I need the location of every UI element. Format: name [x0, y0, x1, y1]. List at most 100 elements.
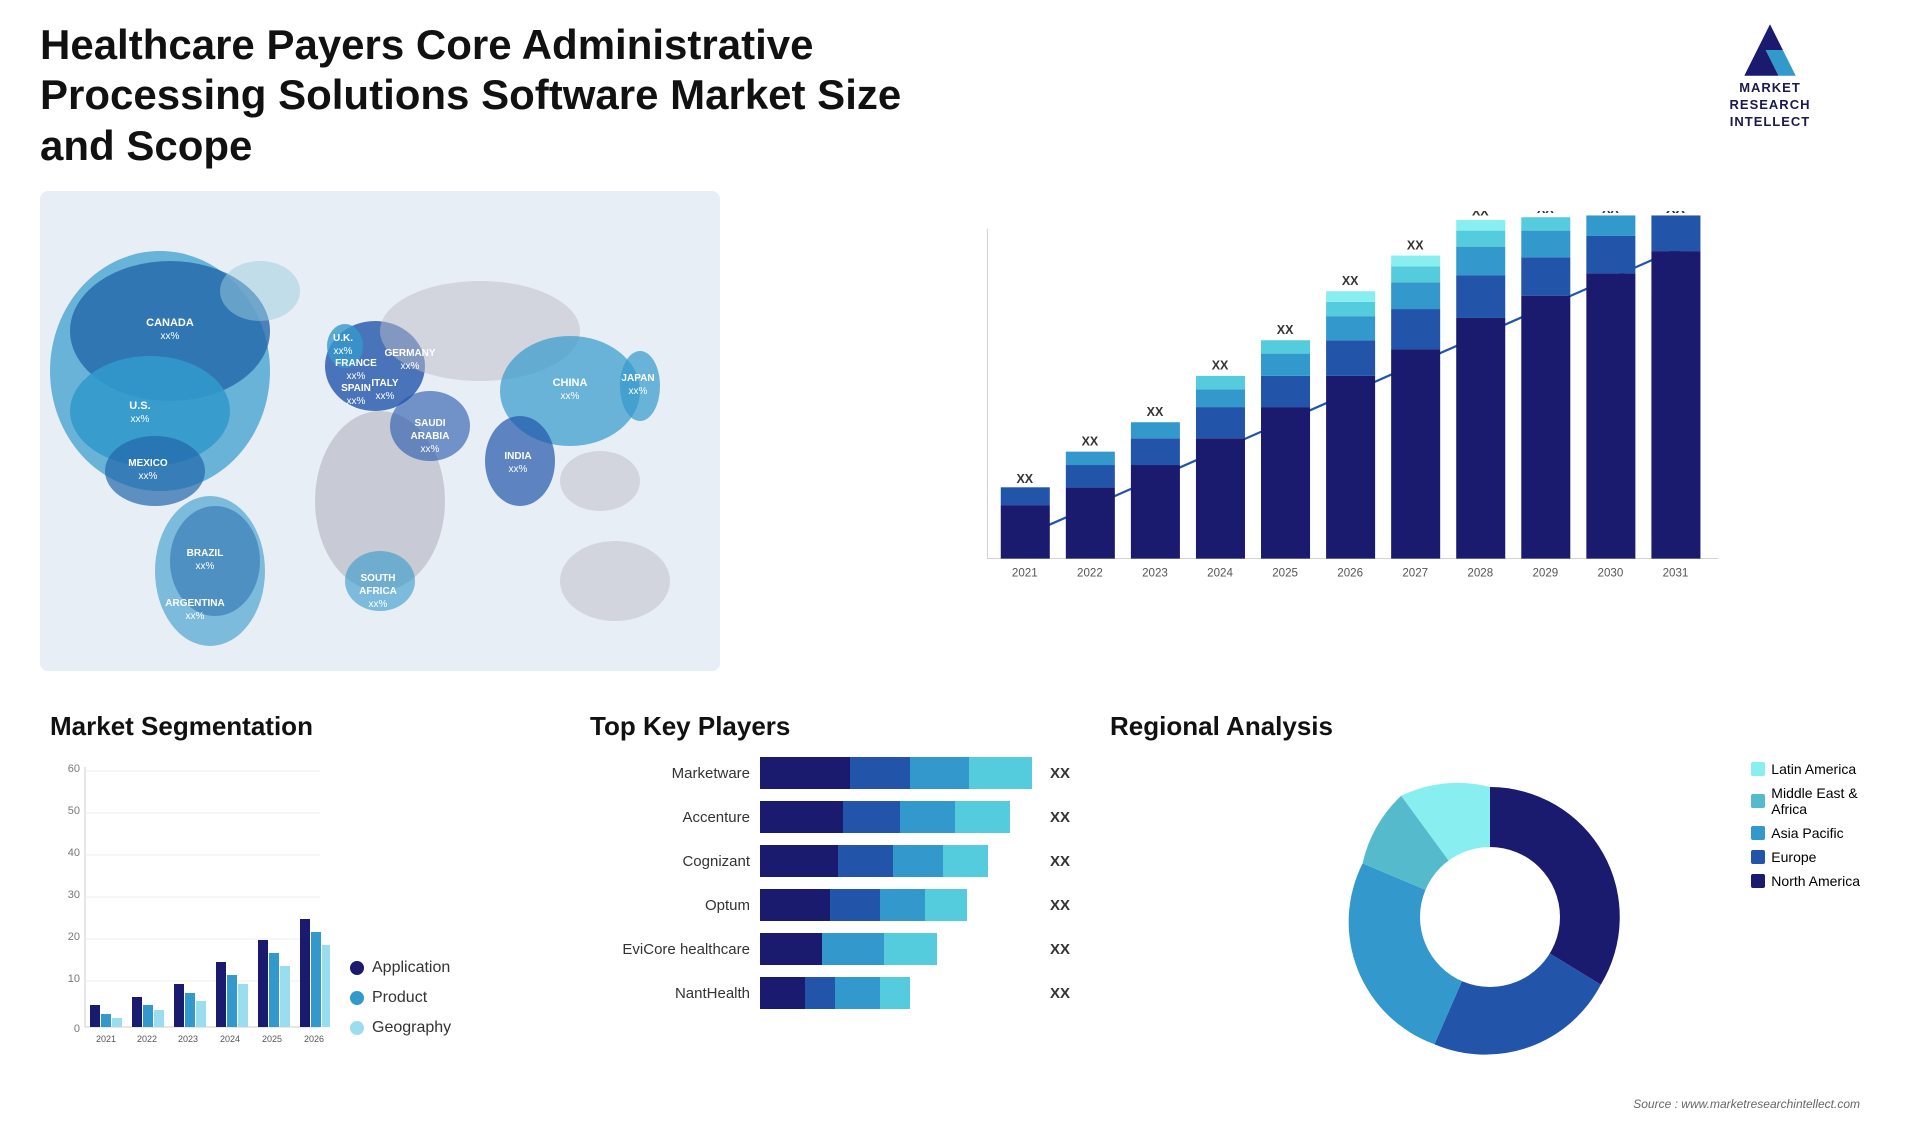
svg-text:2023: 2023	[1142, 568, 1168, 580]
svg-text:2022: 2022	[1077, 568, 1103, 580]
svg-text:2025: 2025	[1272, 568, 1298, 580]
player-bar-evicore	[760, 933, 1032, 965]
legend-middle-east-label: Middle East &Africa	[1771, 785, 1857, 817]
legend-label-geography: Geography	[372, 1019, 451, 1037]
svg-text:xx%: xx%	[334, 346, 353, 357]
svg-text:GERMANY: GERMANY	[384, 348, 435, 359]
svg-text:INDIA: INDIA	[504, 451, 531, 462]
svg-text:XX: XX	[1602, 211, 1619, 216]
legend-north-america-label: North America	[1771, 873, 1860, 889]
player-row-marketware: Marketware XX	[590, 757, 1070, 789]
svg-text:XX: XX	[1342, 274, 1359, 288]
svg-text:2024: 2024	[220, 1034, 240, 1044]
player-value-cognizant: XX	[1050, 853, 1070, 870]
bar-2021	[1001, 505, 1050, 558]
svg-text:2031: 2031	[1663, 568, 1689, 580]
svg-text:2028: 2028	[1467, 568, 1493, 580]
legend-dot-geography	[350, 1021, 364, 1035]
svg-text:xx%: xx%	[161, 331, 180, 342]
svg-text:40: 40	[68, 847, 80, 859]
svg-text:50: 50	[68, 805, 80, 817]
player-value-nanthealth: XX	[1050, 985, 1070, 1002]
svg-text:ARABIA: ARABIA	[411, 431, 450, 442]
svg-text:2022: 2022	[137, 1034, 157, 1044]
svg-text:SOUTH: SOUTH	[361, 573, 396, 584]
player-name-optum: Optum	[590, 897, 750, 914]
seg-chart-container: 60 50 40 30 20 10 0	[50, 757, 550, 1057]
svg-text:xx%: xx%	[509, 464, 528, 475]
svg-text:CANADA: CANADA	[146, 317, 194, 329]
header: Healthcare Payers Core Administrative Pr…	[40, 20, 1880, 171]
seg-chart-svg: 60 50 40 30 20 10 0	[50, 757, 330, 1067]
svg-text:20: 20	[68, 931, 80, 943]
segmentation-section: Market Segmentation 60 50 40 30 20 10	[40, 701, 560, 1121]
page-title: Healthcare Payers Core Administrative Pr…	[40, 20, 940, 171]
svg-text:ITALY: ITALY	[371, 378, 399, 389]
player-row-evicore: EviCore healthcare XX	[590, 933, 1070, 965]
player-bar-accenture	[760, 801, 1032, 833]
svg-text:xx%: xx%	[421, 444, 440, 455]
player-name-marketware: Marketware	[590, 765, 750, 782]
svg-text:xx%: xx%	[561, 391, 580, 402]
svg-text:xx%: xx%	[369, 599, 388, 610]
player-name-evicore: EviCore healthcare	[590, 941, 750, 958]
svg-text:2024: 2024	[1207, 568, 1233, 580]
player-value-evicore: XX	[1050, 941, 1070, 958]
logo-icon	[1735, 20, 1805, 80]
svg-text:XX: XX	[1082, 435, 1099, 449]
svg-text:XX: XX	[1472, 211, 1489, 218]
svg-text:XX: XX	[1017, 472, 1034, 486]
key-players-section: Top Key Players Marketware XX Accenture	[580, 701, 1080, 1121]
legend-application: Application	[350, 959, 451, 977]
svg-text:2026: 2026	[304, 1034, 324, 1044]
legend-product: Product	[350, 989, 451, 1007]
svg-text:xx%: xx%	[629, 386, 648, 397]
source-text: Source : www.marketresearchintellect.com	[1633, 1097, 1860, 1111]
svg-text:xx%: xx%	[347, 371, 366, 382]
donut-chart-svg	[1330, 757, 1650, 1077]
svg-text:xx%: xx%	[139, 471, 158, 482]
key-players-title: Top Key Players	[590, 711, 1070, 742]
legend-label-application: Application	[372, 959, 450, 977]
svg-text:2030: 2030	[1598, 568, 1624, 580]
svg-text:xx%: xx%	[186, 611, 205, 622]
svg-text:2026: 2026	[1337, 568, 1363, 580]
legend-asia-pacific-label: Asia Pacific	[1771, 825, 1843, 841]
svg-text:2021: 2021	[1012, 568, 1038, 580]
main-bar-chart: XX 2021 XX 2022 XX 2023	[810, 211, 1860, 621]
top-row: CANADA xx% U.S. xx% MEXICO xx% BRAZIL xx…	[40, 191, 1880, 671]
player-name-accenture: Accenture	[590, 809, 750, 826]
svg-text:2027: 2027	[1402, 568, 1428, 580]
page-container: Healthcare Payers Core Administrative Pr…	[0, 0, 1920, 1146]
svg-text:XX: XX	[1537, 211, 1554, 216]
svg-text:ARGENTINA: ARGENTINA	[165, 598, 224, 609]
legend-europe-label: Europe	[1771, 849, 1816, 865]
svg-text:30: 30	[68, 889, 80, 901]
seg-chart-area: 60 50 40 30 20 10 0	[50, 757, 330, 1057]
player-bar-nanthealth	[760, 977, 1032, 1009]
regional-chart-area: Latin America Middle East &Africa Asia P…	[1110, 757, 1870, 1077]
legend-latin-america: Latin America	[1751, 761, 1860, 777]
legend-dot-application	[350, 961, 364, 975]
legend-latin-america-label: Latin America	[1771, 761, 1856, 777]
svg-text:XX: XX	[1666, 211, 1686, 217]
svg-text:10: 10	[68, 973, 80, 985]
svg-text:2021: 2021	[96, 1034, 116, 1044]
player-bar-marketware	[760, 757, 1032, 789]
svg-text:xx%: xx%	[376, 391, 395, 402]
player-bar-optum	[760, 889, 1032, 921]
regional-section: Regional Analysis	[1100, 701, 1880, 1121]
svg-text:CHINA: CHINA	[553, 377, 588, 389]
svg-text:U.K.: U.K.	[333, 333, 353, 344]
legend-dot-product	[350, 991, 364, 1005]
legend-middle-east: Middle East &Africa	[1751, 785, 1860, 817]
player-name-nanthealth: NantHealth	[590, 985, 750, 1002]
legend-label-product: Product	[372, 989, 427, 1007]
svg-text:SPAIN: SPAIN	[341, 383, 371, 394]
svg-text:FRANCE: FRANCE	[335, 358, 377, 369]
logo-text: MARKET RESEARCH INTELLECT	[1730, 80, 1811, 131]
seg-legend: Application Product Geography	[350, 959, 451, 1057]
svg-text:MEXICO: MEXICO	[128, 458, 168, 469]
player-value-accenture: XX	[1050, 809, 1070, 826]
legend-asia-pacific: Asia Pacific	[1751, 825, 1860, 841]
